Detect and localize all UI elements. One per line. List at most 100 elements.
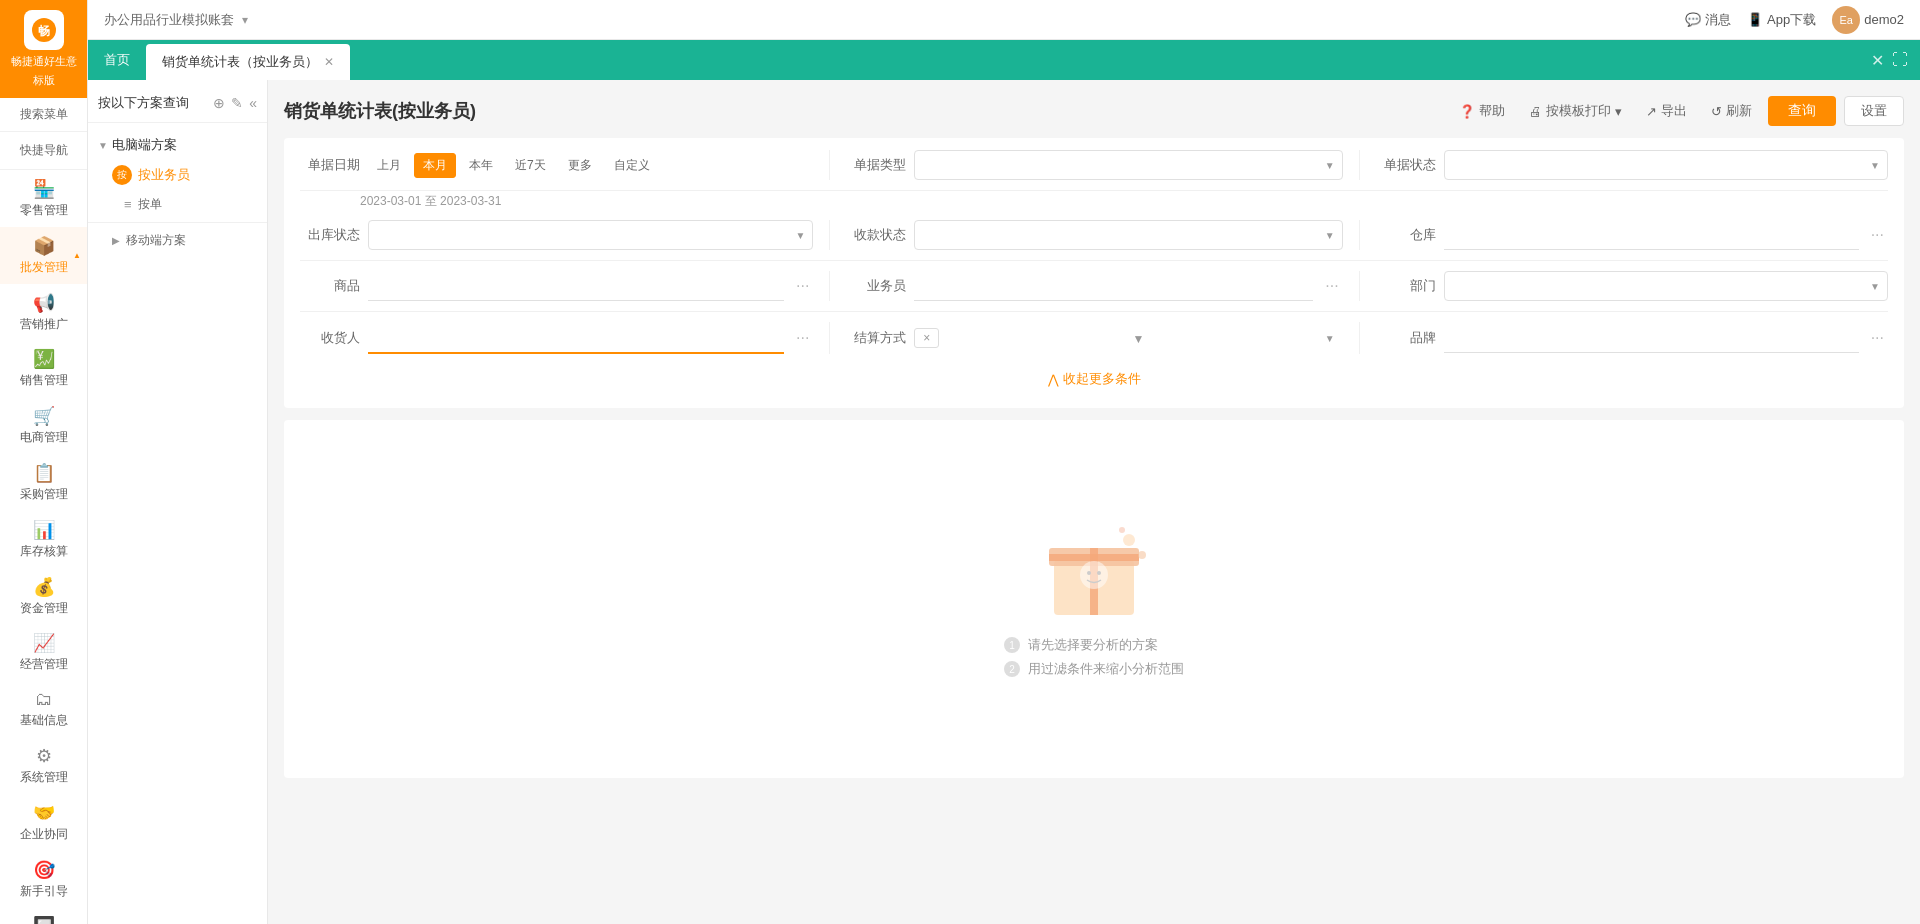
plan-group-mobile-label: 移动端方案: [126, 232, 186, 249]
sidebar-item-ecom[interactable]: 🛒 电商管理: [0, 397, 87, 454]
filter-date-custom[interactable]: 自定义: [605, 153, 659, 178]
filter-settle-method-tag: ×: [914, 328, 939, 348]
plan-section: ▼ 电脑端方案 按 按业务员 ≡ 按单 ▶ 移: [88, 127, 267, 258]
filter-area: 单据日期 上月 本月 本年 近7天 更多 自定义 单据类型: [284, 138, 1904, 408]
filter-doc-type-select[interactable]: [914, 150, 1342, 180]
plan-item-salesperson[interactable]: 按 按业务员: [88, 159, 267, 191]
plan-sub-item-order[interactable]: ≡ 按单: [88, 191, 267, 218]
tip2-num: 2: [1004, 661, 1020, 677]
tab-sales-report[interactable]: 销货单统计表（按业务员） ✕: [146, 44, 350, 80]
sidebar-item-system-label: 系统管理: [20, 769, 68, 786]
page-title: 销货单统计表(按业务员): [284, 99, 476, 123]
topbar-dropdown-icon[interactable]: ▾: [242, 13, 248, 27]
plan-sub-order-icon: ≡: [124, 197, 132, 212]
refresh-button[interactable]: ↺ 刷新: [1703, 98, 1760, 124]
tabbar: 首页 销货单统计表（按业务员） ✕ ✕ ⛶: [88, 40, 1920, 80]
plan-group-mobile-header[interactable]: ▶ 移动端方案: [88, 227, 267, 254]
sidebar-item-enterprise[interactable]: 🤝 企业协同: [0, 794, 87, 851]
help-button[interactable]: ❓ 帮助: [1451, 98, 1513, 124]
sidebar-item-newbie[interactable]: 🎯 新手引导: [0, 851, 87, 908]
filter-settle-method-tag-close[interactable]: ×: [923, 331, 930, 345]
sidebar-item-apps[interactable]: 🔲 应用中心: [0, 907, 87, 924]
sidebar-quick-nav[interactable]: 快捷导航: [0, 132, 87, 170]
empty-state-tip1: 1 请先选择要分析的方案: [1004, 636, 1184, 654]
sidebar-search-label[interactable]: 搜索菜单: [20, 106, 68, 123]
sidebar-item-marketing[interactable]: 📢 营销推广: [0, 284, 87, 341]
svg-point-11: [1097, 571, 1101, 575]
filter-brand-dots[interactable]: ···: [1867, 329, 1888, 347]
svg-text:畅: 畅: [38, 24, 50, 38]
tab-expand-icon[interactable]: ⛶: [1892, 51, 1908, 69]
sidebar-item-inventory[interactable]: 📊 库存核算: [0, 511, 87, 568]
filter-doc-status-wrapper: [1444, 150, 1888, 180]
sidebar-item-basic[interactable]: 🗂 基础信息: [0, 681, 87, 737]
filter-recipient-input-wrapper: [368, 322, 784, 354]
collapse-arrow-icon: ⋀: [1048, 372, 1059, 387]
filter-recipient-input[interactable]: [368, 322, 784, 352]
sidebar-search[interactable]: 搜索菜单: [0, 98, 87, 132]
sidebar-item-sales-label: 销售管理: [20, 372, 68, 389]
retail-icon: 🏪: [33, 178, 55, 200]
filter-warehouse-label: 仓库: [1376, 226, 1436, 244]
tip1-num: 1: [1004, 637, 1020, 653]
filter-warehouse-input[interactable]: [1444, 220, 1859, 250]
filter-salesperson-dots[interactable]: ···: [1321, 277, 1342, 295]
filter-warehouse-dots[interactable]: ···: [1867, 226, 1888, 244]
filter-out-status-cell: 出库状态: [300, 220, 829, 250]
filter-salesperson-input[interactable]: [914, 271, 1313, 301]
tab-close-all-icon[interactable]: ✕: [1871, 51, 1884, 70]
export-button[interactable]: ↗ 导出: [1638, 98, 1695, 124]
filter-salesperson-input-wrapper: [914, 271, 1313, 301]
filter-date-range: 2023-03-01 至 2023-03-31: [360, 194, 501, 208]
filter-goods-label: 商品: [300, 277, 360, 295]
sidebar-logo[interactable]: 畅 畅捷通好生意 标版: [0, 0, 87, 98]
filter-goods-input[interactable]: [368, 271, 784, 301]
sidebar-item-finance[interactable]: 💰 资金管理: [0, 568, 87, 625]
tab-close-icon[interactable]: ✕: [324, 55, 334, 69]
right-content: 销货单统计表(按业务员) ❓ 帮助 🖨 按模板打印 ▾ ↗ 导出: [268, 80, 1920, 924]
plan-group-desktop-header[interactable]: ▼ 电脑端方案: [88, 131, 267, 159]
app-download-button[interactable]: 📱 App下载: [1747, 11, 1816, 29]
filter-brand-input[interactable]: [1444, 323, 1859, 353]
sidebar-item-operation[interactable]: 📈 经营管理: [0, 624, 87, 681]
filter-settle-method-cell: 结算方式 × ▼: [829, 322, 1358, 354]
sidebar-quick-nav-label[interactable]: 快捷导航: [20, 138, 68, 163]
tip1-text: 请先选择要分析的方案: [1028, 636, 1158, 654]
add-plan-icon[interactable]: ⊕: [213, 95, 225, 111]
filter-doc-status-select[interactable]: [1444, 150, 1888, 180]
filter-receipt-status-select[interactable]: [914, 220, 1342, 250]
collapse-button[interactable]: ⋀ 收起更多条件: [300, 362, 1888, 396]
template-print-label: 按模板打印: [1546, 102, 1611, 120]
sidebar-item-sales[interactable]: 💹 销售管理: [0, 340, 87, 397]
message-button[interactable]: 💬 消息: [1685, 11, 1731, 29]
filter-date-this-month[interactable]: 本月: [414, 153, 456, 178]
filter-recipient-dots[interactable]: ···: [792, 329, 813, 347]
filter-goods-dots[interactable]: ···: [792, 277, 813, 295]
sidebar-item-purchase[interactable]: 📋 采购管理: [0, 454, 87, 511]
filter-dept-cell: 部门: [1359, 271, 1888, 301]
user-menu-button[interactable]: Ea demo2: [1832, 6, 1904, 34]
sidebar-item-purchase-label: 采购管理: [20, 486, 68, 503]
filter-date-last-month[interactable]: 上月: [368, 153, 410, 178]
plan-sub-order-label: 按单: [138, 196, 162, 213]
filter-out-status-select[interactable]: [368, 220, 813, 250]
query-button[interactable]: 查询: [1768, 96, 1836, 126]
sidebar-item-wholesale[interactable]: 📦 批发管理: [0, 227, 87, 284]
sidebar-item-system[interactable]: ⚙ 系统管理: [0, 737, 87, 794]
filter-date-this-year[interactable]: 本年: [460, 153, 502, 178]
sidebar-item-retail[interactable]: 🏪 零售管理: [0, 170, 87, 227]
svg-point-10: [1087, 571, 1091, 575]
help-label: 帮助: [1479, 102, 1505, 120]
template-print-button[interactable]: 🖨 按模板打印 ▾: [1521, 98, 1630, 124]
filter-date-7days[interactable]: 近7天: [506, 153, 555, 178]
edit-plan-icon[interactable]: ✎: [231, 95, 243, 111]
filter-date-more[interactable]: 更多: [559, 153, 601, 178]
export-label: 导出: [1661, 102, 1687, 120]
tab-home[interactable]: 首页: [88, 40, 146, 80]
help-icon: ❓: [1459, 104, 1475, 119]
setting-button[interactable]: 设置: [1844, 96, 1904, 126]
plan-group-mobile: ▶ 移动端方案: [88, 227, 267, 254]
filter-dept-select[interactable]: [1444, 271, 1888, 301]
sidebar-item-operation-label: 经营管理: [20, 656, 68, 673]
collapse-panel-icon[interactable]: «: [249, 95, 257, 111]
